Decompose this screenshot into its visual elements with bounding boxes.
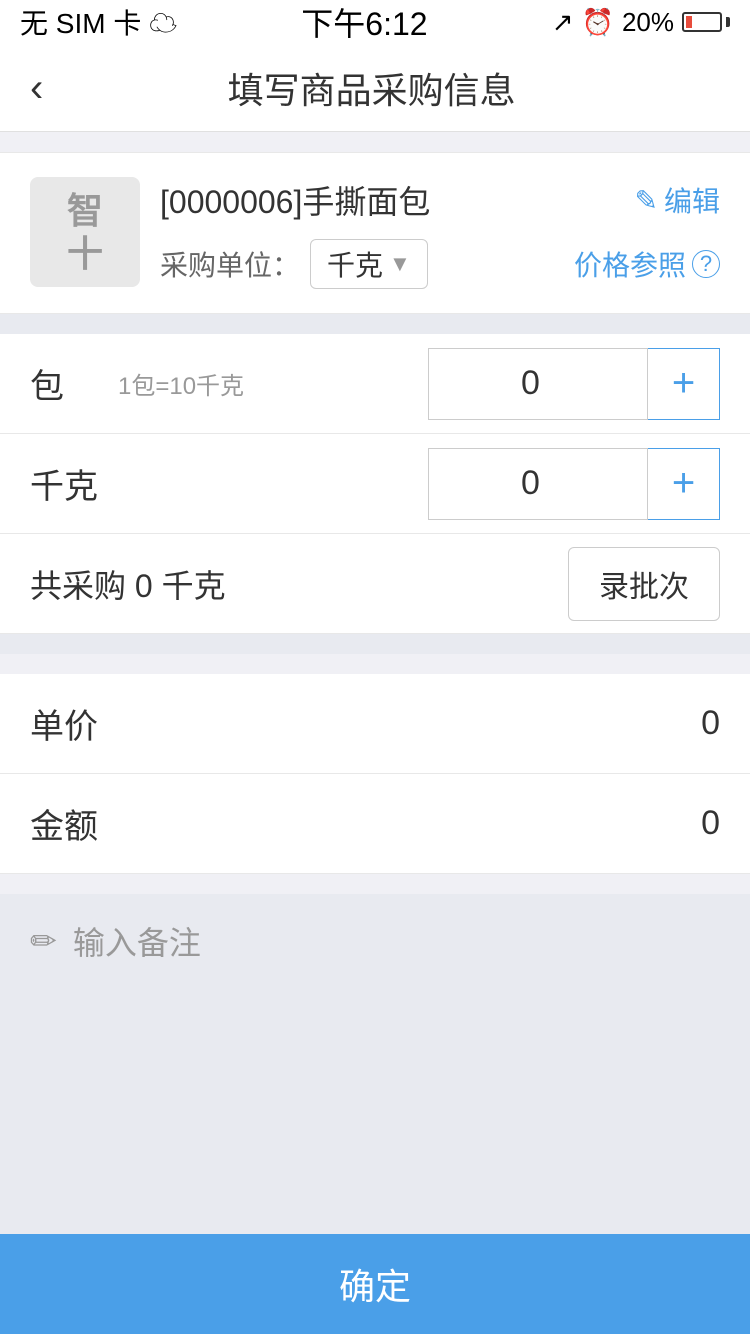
bao-plus-button[interactable]: + xyxy=(648,348,720,420)
kg-plus-button[interactable]: + xyxy=(648,448,720,520)
bao-input-row: 包 1包=10千克 + xyxy=(0,334,750,434)
edit-icon: ✎ xyxy=(635,184,658,217)
unit-price-label: 单价 xyxy=(30,699,701,748)
total-prefix: 共采购 xyxy=(30,568,135,604)
page-title: 填写商品采购信息 xyxy=(63,62,680,114)
amount-label: 金额 xyxy=(30,799,701,848)
unit-label: 采购单位： xyxy=(160,244,300,284)
battery-indicator xyxy=(682,12,730,32)
total-unit: 千克 xyxy=(162,568,226,604)
bao-sublabel: 1包=10千克 xyxy=(118,366,244,401)
bao-input[interactable] xyxy=(428,348,648,420)
kg-input-row: 千克 + xyxy=(0,434,750,534)
info-icon: ? xyxy=(692,250,720,278)
confirm-button[interactable]: 确定 xyxy=(0,1234,750,1334)
nav-bar: ‹ 填写商品采购信息 xyxy=(0,44,750,132)
bao-input-control: + xyxy=(428,348,720,420)
total-amount: 0 xyxy=(135,568,162,604)
kg-label: 千克 xyxy=(30,459,110,508)
section-separator-2 xyxy=(0,634,750,654)
total-text: 共采购 0 千克 xyxy=(30,561,568,607)
logo-line2: 十 xyxy=(67,232,103,275)
unit-price-row: 单价 0 xyxy=(0,674,750,774)
status-bar: 无 SIM 卡 ☁ 下午6:12 ↗ ⏰ 20% xyxy=(0,0,750,44)
edit-button[interactable]: ✎ 编辑 xyxy=(635,180,720,220)
amount-value: 0 xyxy=(701,804,720,843)
product-name-row: [0000006]手撕面包 ✎ 编辑 xyxy=(160,177,720,223)
product-image: 智 十 xyxy=(30,177,140,287)
price-ref-label: 价格参照 xyxy=(574,244,686,284)
remark-placeholder: 输入备注 xyxy=(73,918,201,964)
product-logo: 智 十 xyxy=(67,189,103,275)
status-bar-time: 下午6:12 xyxy=(301,0,427,45)
location-icon: ↗ xyxy=(552,7,574,38)
section-separator-1 xyxy=(0,314,750,334)
kg-input[interactable] xyxy=(428,448,648,520)
pencil-icon: ✏ xyxy=(30,922,57,960)
product-name: [0000006]手撕面包 xyxy=(160,177,430,223)
kg-input-control: + xyxy=(428,448,720,520)
back-button[interactable]: ‹ xyxy=(30,68,43,108)
unit-price-value: 0 xyxy=(701,704,720,743)
total-row: 共采购 0 千克 录批次 xyxy=(0,534,750,634)
main-spacer xyxy=(0,988,750,1234)
remark-section[interactable]: ✏ 输入备注 xyxy=(0,894,750,988)
product-info: [0000006]手撕面包 ✎ 编辑 采购单位： 千克 ▼ 价格参照 ? xyxy=(160,177,720,289)
status-bar-left: 无 SIM 卡 ☁ xyxy=(20,2,177,42)
amount-row: 金额 0 xyxy=(0,774,750,874)
alarm-icon: ⏰ xyxy=(582,7,614,38)
bao-label: 包 xyxy=(30,359,110,408)
unit-value: 千克 xyxy=(327,244,383,284)
sim-status: 无 SIM 卡 ☁ xyxy=(20,2,177,42)
purchase-unit-row: 采购单位： 千克 ▼ 价格参照 ? xyxy=(160,239,720,289)
status-bar-right: ↗ ⏰ 20% xyxy=(552,7,730,38)
price-section: 单价 0 金额 0 xyxy=(0,674,750,874)
unit-select[interactable]: 千克 ▼ xyxy=(310,239,428,289)
edit-label: 编辑 xyxy=(664,180,720,220)
price-reference-button[interactable]: 价格参照 ? xyxy=(574,244,720,284)
logo-line1: 智 xyxy=(67,189,103,232)
battery-percent: 20% xyxy=(622,7,674,38)
record-batch-button[interactable]: 录批次 xyxy=(568,547,720,621)
input-section: 包 1包=10千克 + 千克 + xyxy=(0,334,750,534)
product-card: 智 十 [0000006]手撕面包 ✎ 编辑 采购单位： 千克 ▼ xyxy=(0,152,750,314)
chevron-down-icon: ▼ xyxy=(389,251,411,277)
